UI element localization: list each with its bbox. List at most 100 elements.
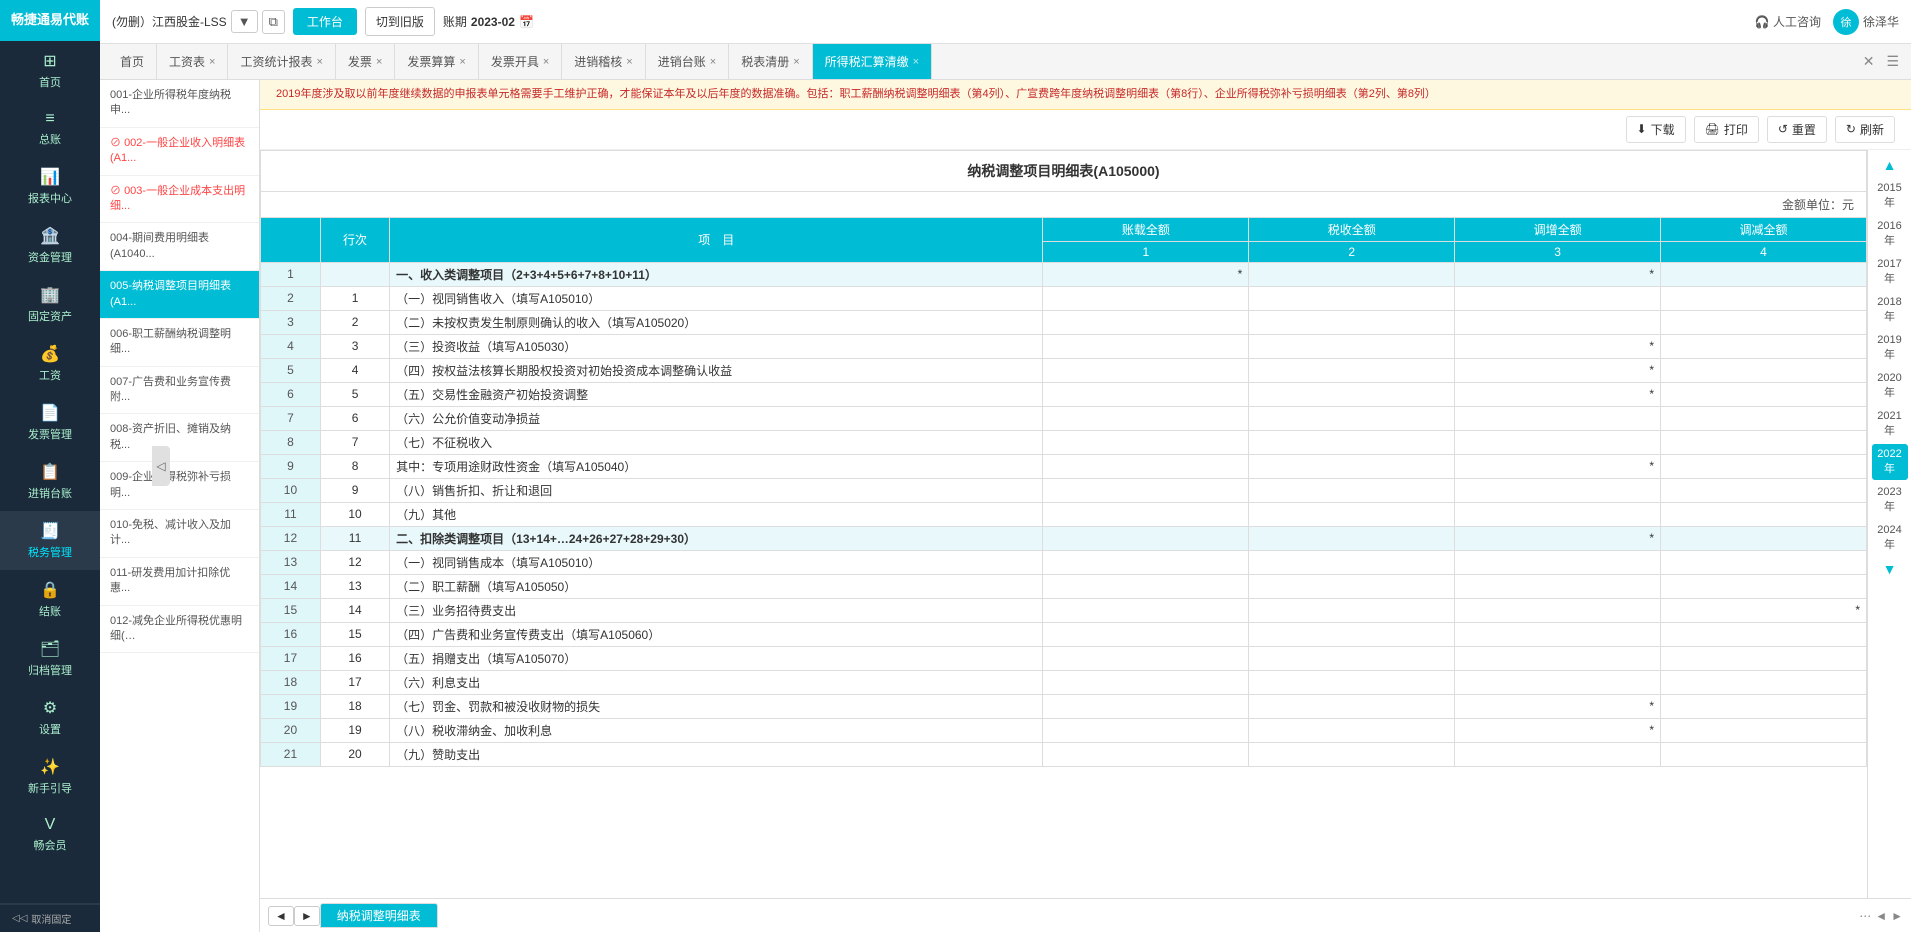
data-cell-r4-c2[interactable] — [1249, 334, 1455, 358]
xiangmu-cell[interactable]: （一）视同销售成本（填写A105010） — [390, 550, 1043, 574]
data-cell-r2-c2[interactable] — [1249, 286, 1455, 310]
xiangmu-cell[interactable]: （三）投资收益（填写A105030） — [390, 334, 1043, 358]
xiangmu-cell[interactable]: （四）广告费和业务宣传费支出（填写A105060） — [390, 622, 1043, 646]
company-dropdown-btn[interactable]: ▼ — [231, 10, 258, 33]
year-down-btn[interactable]: ▼ — [1875, 558, 1905, 580]
data-cell-r7-c4[interactable] — [1661, 406, 1867, 430]
year-btn-2023年[interactable]: 2023年 — [1872, 482, 1908, 518]
doc-item-001[interactable]: 001-企业所得税年度纳税申... — [100, 80, 259, 128]
year-btn-2021年[interactable]: 2021年 — [1872, 406, 1908, 442]
doc-item-010[interactable]: 010-免税、减计收入及加计... — [100, 510, 259, 558]
tab-close-all-btn[interactable]: ✕ — [1859, 51, 1879, 72]
tab-close-invoice[interactable]: × — [376, 56, 382, 68]
xiangmu-cell[interactable]: （六）公允价值变动净损益 — [390, 406, 1043, 430]
data-cell-r5-c4[interactable] — [1661, 358, 1867, 382]
data-cell-r15-c1[interactable] — [1043, 598, 1249, 622]
data-cell-r4-c3[interactable]: * — [1455, 334, 1661, 358]
data-cell-r8-c4[interactable] — [1661, 430, 1867, 454]
data-cell-r8-c3[interactable] — [1455, 430, 1661, 454]
data-cell-r11-c3[interactable] — [1455, 502, 1661, 526]
calendar-icon[interactable]: 📅 — [519, 15, 534, 29]
xiangmu-cell[interactable]: （五）捐赠支出（填写A105070） — [390, 646, 1043, 670]
data-cell-r4-c1[interactable] — [1043, 334, 1249, 358]
data-cell-r3-c4[interactable] — [1661, 310, 1867, 334]
doc-item-006[interactable]: 006-职工薪酬纳税调整明细... — [100, 319, 259, 367]
tab-close-payroll_stats[interactable]: × — [316, 56, 322, 68]
year-btn-2017年[interactable]: 2017年 — [1872, 254, 1908, 290]
data-cell-r19-c3[interactable]: * — [1455, 694, 1661, 718]
data-cell-r17-c1[interactable] — [1043, 646, 1249, 670]
data-cell-r20-c3[interactable]: * — [1455, 718, 1661, 742]
data-cell-r18-c2[interactable] — [1249, 670, 1455, 694]
doc-item-007[interactable]: 007-广告费和业务宣传费附... — [100, 367, 259, 415]
data-cell-r16-c2[interactable] — [1249, 622, 1455, 646]
data-cell-r15-c4[interactable]: * — [1661, 598, 1867, 622]
data-cell-r13-c1[interactable] — [1043, 550, 1249, 574]
sidebar-item-fixed_asset[interactable]: 🏢固定资产 — [0, 275, 100, 334]
scroll-right-icon[interactable]: ► — [1891, 909, 1903, 923]
data-cell-r8-c2[interactable] — [1249, 430, 1455, 454]
data-cell-r6-c2[interactable] — [1249, 382, 1455, 406]
doc-item-002[interactable]: ⊘ 002-一般企业收入明细表(A1... — [100, 128, 259, 176]
tab-invoice_calc[interactable]: 发票算算× — [395, 44, 478, 80]
data-cell-r11-c1[interactable] — [1043, 502, 1249, 526]
year-btn-2020年[interactable]: 2020年 — [1872, 368, 1908, 404]
xiangmu-cell[interactable]: （八）税收滞纳金、加收利息 — [390, 718, 1043, 742]
data-cell-r2-c3[interactable] — [1455, 286, 1661, 310]
tab-invoice_in[interactable]: 进销稽核× — [562, 44, 645, 80]
doc-item-012[interactable]: 012-减免企业所得税优惠明细(… — [100, 606, 259, 654]
data-cell-r3-c1[interactable] — [1043, 310, 1249, 334]
data-cell-r17-c2[interactable] — [1249, 646, 1455, 670]
sheet-scroll-left-btn[interactable]: ◄ — [268, 906, 294, 926]
xiangmu-cell[interactable]: 其中：专项用途财政性资金（填写A105040） — [390, 454, 1043, 478]
data-cell-r18-c3[interactable] — [1455, 670, 1661, 694]
data-cell-r10-c3[interactable] — [1455, 478, 1661, 502]
data-cell-r6-c1[interactable] — [1043, 382, 1249, 406]
data-cell-r16-c4[interactable] — [1661, 622, 1867, 646]
xiangmu-cell[interactable]: （二）未按权责发生制原则确认的收入（填写A105020） — [390, 310, 1043, 334]
tab-invoice_open[interactable]: 发票开具× — [479, 44, 562, 80]
data-cell-r5-c2[interactable] — [1249, 358, 1455, 382]
data-cell-r17-c4[interactable] — [1661, 646, 1867, 670]
xiangmu-cell[interactable]: （六）利息支出 — [390, 670, 1043, 694]
xiangmu-cell[interactable]: （三）业务招待费支出 — [390, 598, 1043, 622]
tab-home[interactable]: 首页 — [108, 44, 157, 80]
tab-invoice_ledger[interactable]: 进销台账× — [646, 44, 729, 80]
sidebar-item-payroll[interactable]: 💰工资 — [0, 334, 100, 393]
sidebar-item-sales_ledger[interactable]: 📋进销台账 — [0, 452, 100, 511]
data-cell-r1-c4[interactable] — [1661, 262, 1867, 286]
sidebar-item-asset_mgmt[interactable]: 🏦资金管理 — [0, 216, 100, 275]
data-cell-r4-c4[interactable] — [1661, 334, 1867, 358]
tab-close-invoice_open[interactable]: × — [543, 56, 549, 68]
data-cell-r6-c3[interactable]: * — [1455, 382, 1661, 406]
data-cell-r1-c2[interactable] — [1249, 262, 1455, 286]
data-cell-r8-c1[interactable] — [1043, 430, 1249, 454]
xiangmu-cell[interactable]: （一）视同销售收入（填写A105010） — [390, 286, 1043, 310]
back-btn[interactable]: 切到旧版 — [365, 7, 435, 36]
sidebar-logo[interactable]: 畅捷通易代账 — [0, 0, 100, 41]
scroll-left-icon[interactable]: ◄ — [1875, 909, 1887, 923]
data-cell-r5-c1[interactable] — [1043, 358, 1249, 382]
data-cell-r21-c4[interactable] — [1661, 742, 1867, 766]
tab-close-tax_clear[interactable]: × — [793, 56, 799, 68]
year-btn-2019年[interactable]: 2019年 — [1872, 330, 1908, 366]
data-cell-r18-c1[interactable] — [1043, 670, 1249, 694]
company-copy-btn[interactable]: ⧉ — [262, 10, 285, 34]
year-btn-2022年[interactable]: 2022年 — [1872, 444, 1908, 480]
tab-close-income_tax[interactable]: × — [913, 56, 919, 68]
sheet-scroll[interactable]: 纳税调整项目明细表(A105000) 金额单位：元 行次 项 目 账载全额 税收… — [260, 150, 1867, 899]
data-cell-r12-c4[interactable] — [1661, 526, 1867, 550]
year-btn-2016年[interactable]: 2016年 — [1872, 216, 1908, 252]
print-btn[interactable]: 🖨 打印 — [1694, 116, 1759, 143]
data-cell-r9-c1[interactable] — [1043, 454, 1249, 478]
data-cell-r5-c3[interactable]: * — [1455, 358, 1661, 382]
data-cell-r2-c4[interactable] — [1661, 286, 1867, 310]
year-btn-2018年[interactable]: 2018年 — [1872, 292, 1908, 328]
tab-close-invoice_ledger[interactable]: × — [710, 56, 716, 68]
data-cell-r11-c4[interactable] — [1661, 502, 1867, 526]
data-cell-r13-c4[interactable] — [1661, 550, 1867, 574]
year-btn-2024年[interactable]: 2024年 — [1872, 520, 1908, 556]
sidebar-item-new_guide[interactable]: ✨新手引导 — [0, 747, 100, 806]
data-cell-r9-c2[interactable] — [1249, 454, 1455, 478]
xiangmu-cell[interactable]: 二、扣除类调整项目（13+14+…24+26+27+28+29+30） — [390, 526, 1043, 550]
